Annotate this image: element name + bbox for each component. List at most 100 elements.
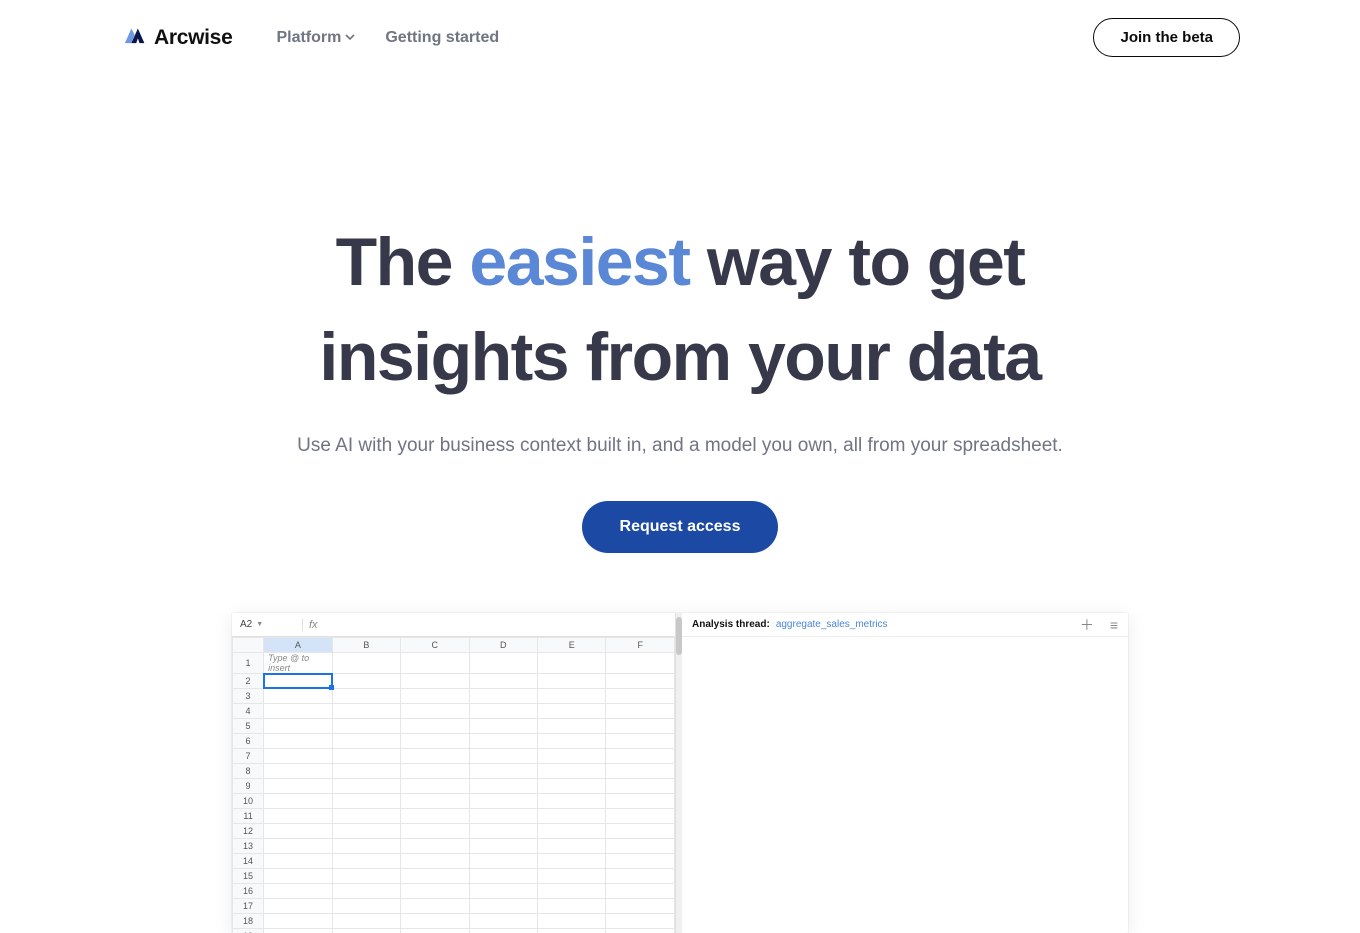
cell[interactable] — [538, 779, 606, 794]
row-header[interactable]: 12 — [233, 824, 264, 839]
cell[interactable] — [606, 779, 675, 794]
cell[interactable] — [538, 869, 606, 884]
cell[interactable] — [469, 734, 537, 749]
cell[interactable] — [538, 749, 606, 764]
cell[interactable] — [606, 794, 675, 809]
cell[interactable] — [264, 884, 332, 899]
cell[interactable] — [332, 899, 400, 914]
cell[interactable] — [538, 764, 606, 779]
cell[interactable] — [606, 809, 675, 824]
cell[interactable] — [606, 674, 675, 689]
cell[interactable] — [606, 719, 675, 734]
cell[interactable] — [401, 869, 469, 884]
cell[interactable] — [538, 704, 606, 719]
row-header[interactable]: 8 — [233, 764, 264, 779]
cell-hint[interactable]: Type @ to insert — [264, 653, 332, 674]
cell[interactable] — [332, 653, 400, 674]
cell[interactable] — [606, 929, 675, 933]
cell[interactable] — [264, 839, 332, 854]
cell[interactable] — [264, 749, 332, 764]
cell[interactable] — [401, 653, 469, 674]
cell[interactable] — [332, 929, 400, 933]
cell[interactable] — [264, 719, 332, 734]
cell[interactable] — [401, 824, 469, 839]
cell[interactable] — [264, 764, 332, 779]
row-header[interactable]: 4 — [233, 704, 264, 719]
cell[interactable] — [538, 794, 606, 809]
cell[interactable] — [264, 689, 332, 704]
join-beta-button[interactable]: Join the beta — [1093, 18, 1240, 57]
cell[interactable] — [401, 674, 469, 689]
row-header[interactable]: 15 — [233, 869, 264, 884]
cell[interactable] — [606, 689, 675, 704]
cell[interactable] — [469, 854, 537, 869]
cell[interactable] — [606, 854, 675, 869]
cell[interactable] — [469, 794, 537, 809]
col-header[interactable]: F — [606, 638, 675, 653]
row-header[interactable]: 9 — [233, 779, 264, 794]
cell[interactable] — [401, 764, 469, 779]
cell[interactable] — [332, 839, 400, 854]
row-header[interactable]: 19 — [233, 929, 264, 933]
cell[interactable] — [469, 824, 537, 839]
cell[interactable] — [332, 704, 400, 719]
cell[interactable] — [606, 884, 675, 899]
row-header[interactable]: 3 — [233, 689, 264, 704]
cell[interactable] — [606, 899, 675, 914]
cell[interactable] — [606, 764, 675, 779]
cell[interactable] — [401, 929, 469, 933]
fx-icon[interactable]: fx — [302, 619, 318, 631]
col-header[interactable]: B — [332, 638, 400, 653]
cell[interactable] — [469, 749, 537, 764]
cell[interactable] — [401, 689, 469, 704]
menu-icon[interactable]: ≡ — [1110, 618, 1118, 632]
cell[interactable] — [538, 899, 606, 914]
cell[interactable] — [332, 869, 400, 884]
row-header[interactable]: 2 — [233, 674, 264, 689]
row-header[interactable]: 16 — [233, 884, 264, 899]
cell[interactable] — [264, 734, 332, 749]
row-header[interactable]: 11 — [233, 809, 264, 824]
cell[interactable] — [469, 929, 537, 933]
row-header[interactable]: 18 — [233, 914, 264, 929]
cell[interactable] — [469, 689, 537, 704]
cell[interactable] — [469, 914, 537, 929]
cell[interactable] — [401, 704, 469, 719]
cell[interactable] — [606, 749, 675, 764]
cell[interactable] — [606, 839, 675, 854]
cell[interactable] — [264, 704, 332, 719]
cell[interactable] — [469, 764, 537, 779]
cell[interactable] — [264, 824, 332, 839]
plus-icon[interactable]: ＋ — [1080, 618, 1094, 632]
row-header[interactable]: 5 — [233, 719, 264, 734]
cell[interactable] — [538, 653, 606, 674]
col-header[interactable]: D — [469, 638, 537, 653]
cell[interactable] — [332, 794, 400, 809]
cell[interactable] — [606, 653, 675, 674]
cell[interactable] — [332, 689, 400, 704]
nav-platform[interactable]: Platform — [276, 29, 355, 47]
cell[interactable] — [538, 824, 606, 839]
spreadsheet-grid[interactable]: ABCDEF1Type @ to insert23456789101112131… — [232, 637, 675, 933]
cell[interactable] — [332, 719, 400, 734]
cell[interactable] — [264, 869, 332, 884]
col-header[interactable]: C — [401, 638, 469, 653]
col-header[interactable]: A — [264, 638, 332, 653]
logo-link[interactable]: Arcwise — [120, 22, 232, 53]
cell[interactable] — [469, 809, 537, 824]
cell[interactable] — [264, 779, 332, 794]
cell[interactable] — [332, 884, 400, 899]
selected-cell[interactable] — [264, 674, 332, 689]
request-access-button[interactable]: Request access — [582, 501, 779, 553]
cell[interactable] — [401, 749, 469, 764]
cell[interactable] — [606, 734, 675, 749]
cell[interactable] — [469, 719, 537, 734]
thread-name[interactable]: aggregate_sales_metrics — [776, 619, 888, 630]
cell[interactable] — [538, 689, 606, 704]
row-header[interactable]: 1 — [233, 653, 264, 674]
col-header[interactable]: E — [538, 638, 606, 653]
cell[interactable] — [401, 884, 469, 899]
cell[interactable] — [264, 854, 332, 869]
cell[interactable] — [469, 704, 537, 719]
cell[interactable] — [538, 674, 606, 689]
